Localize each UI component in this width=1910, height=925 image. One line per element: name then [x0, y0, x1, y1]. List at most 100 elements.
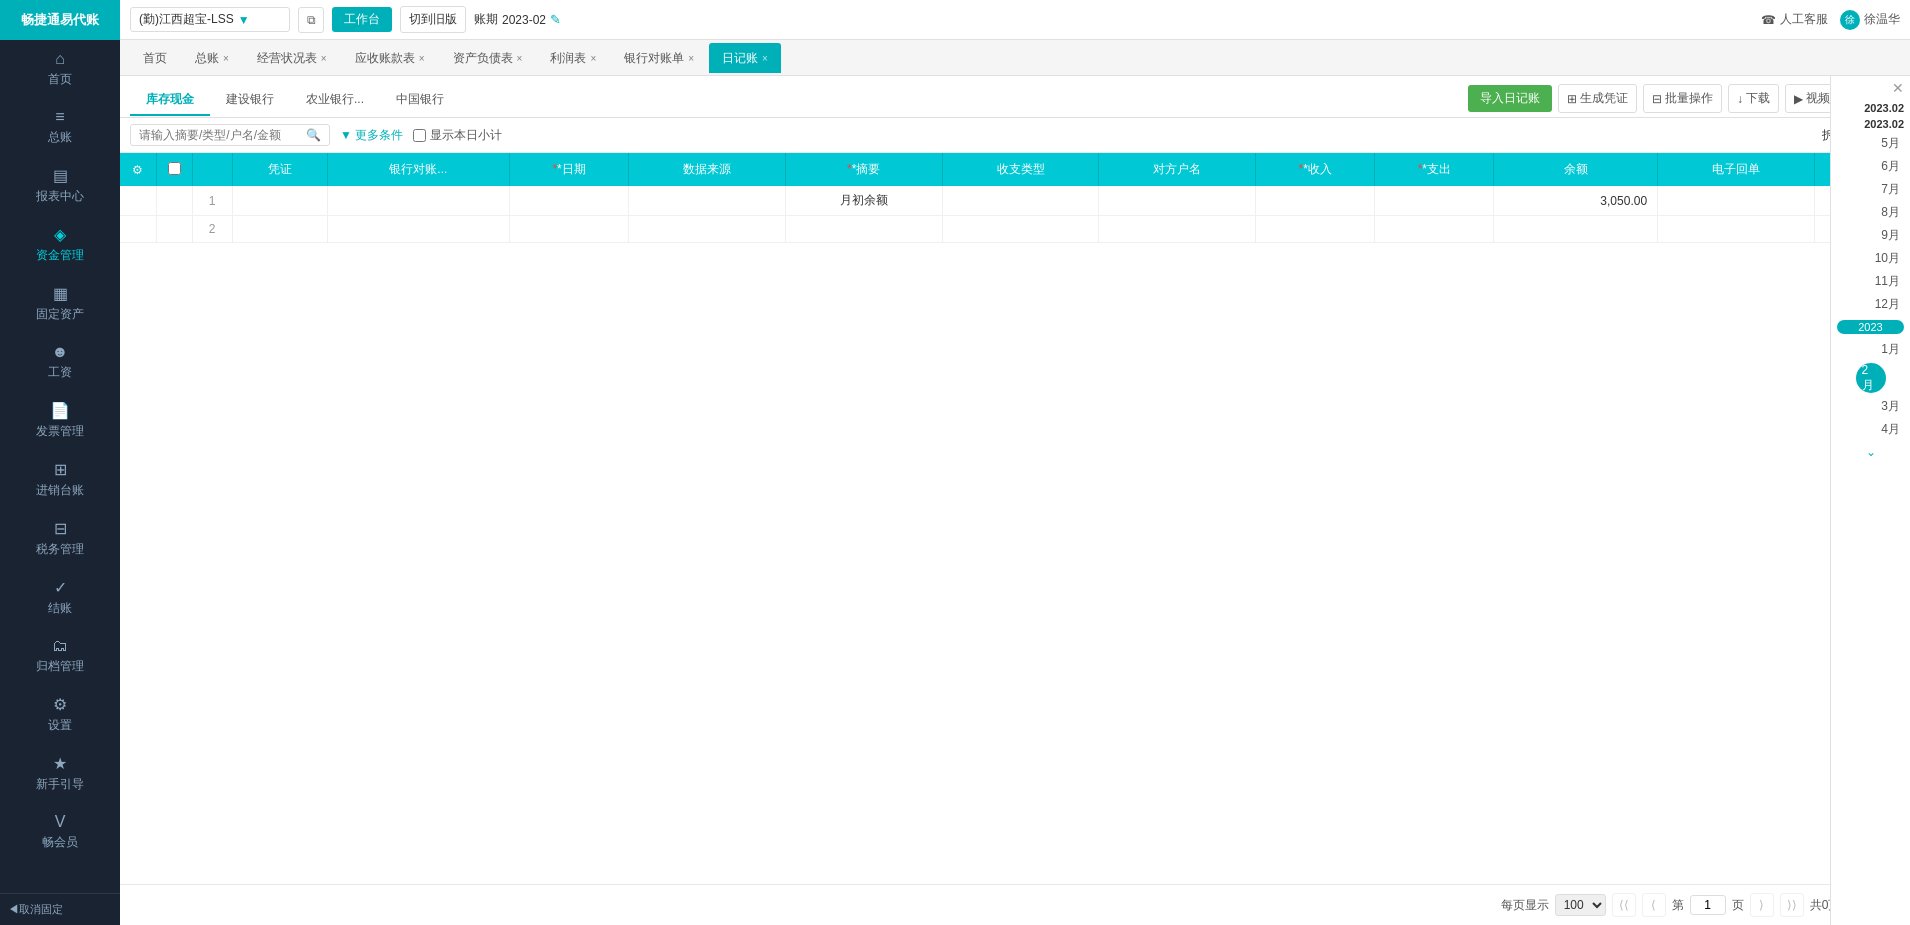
sub-tab-cash[interactable]: 库存现金 [130, 85, 210, 116]
th-bank-account: 银行对账... [327, 153, 509, 186]
first-page-button[interactable]: ⟨⟨ [1612, 893, 1636, 917]
sidebar-unpin[interactable]: ◀取消固定 [0, 893, 120, 925]
sub-tab-china[interactable]: 中国银行 [380, 85, 460, 116]
next-page-button[interactable]: ⟩ [1750, 893, 1774, 917]
reports-icon: ▤ [53, 166, 68, 185]
year-2023-badge: 2023 [1837, 320, 1904, 334]
tab-home[interactable]: 首页 [130, 43, 180, 73]
support-link[interactable]: ☎ 人工客服 [1761, 11, 1828, 28]
month-8[interactable]: 8月 [1835, 201, 1906, 224]
month-1-2023[interactable]: 1月 [1835, 338, 1906, 361]
generate-voucher-button[interactable]: ⊞ 生成凭证 [1558, 84, 1637, 113]
sub-tab-agriculture[interactable]: 农业银行... [290, 85, 380, 116]
sidebar-item-archive[interactable]: 🗂 归档管理 [0, 627, 120, 685]
show-daily-checkbox-label[interactable]: 显示本日小计 [413, 127, 502, 144]
tab-bank-close[interactable]: × [688, 53, 694, 64]
workbench-button[interactable]: 工作台 [332, 7, 392, 32]
tab-bank[interactable]: 银行对账单 × [611, 43, 707, 73]
month-9[interactable]: 9月 [1835, 224, 1906, 247]
td-income-type [942, 216, 1099, 243]
th-date: **日期 [510, 153, 629, 186]
td-e-receipt [1658, 216, 1815, 243]
sidebar-item-sales[interactable]: ⊞ 进销台账 [0, 450, 120, 509]
sidebar-item-label: 归档管理 [36, 658, 84, 675]
sidebar-item-label: 发票管理 [36, 423, 84, 440]
tab-assets[interactable]: 资产负债表 × [440, 43, 536, 73]
page-size-select[interactable]: 100 50 200 [1555, 894, 1606, 916]
prev-version-button[interactable]: 切到旧版 [400, 6, 466, 33]
download-button[interactable]: ↓ 下载 [1728, 84, 1779, 113]
select-all-checkbox[interactable] [168, 162, 181, 175]
td-settings [120, 186, 156, 216]
scroll-down-indicator[interactable]: ⌄ [1831, 441, 1910, 463]
th-balance: 余额 [1494, 153, 1658, 186]
prev-page-button[interactable]: ⟨ [1642, 893, 1666, 917]
month-11[interactable]: 11月 [1835, 270, 1906, 293]
sidebar-item-tax[interactable]: ⊟ 税务管理 [0, 509, 120, 568]
sidebar-item-label: 资金管理 [36, 247, 84, 264]
main-tabbar: 首页 总账 × 经营状况表 × 应收账款表 × 资产负债表 × 利润表 × 银行… [120, 40, 1910, 76]
td-income [1256, 186, 1375, 216]
last-page-button[interactable]: ⟩⟩ [1780, 893, 1804, 917]
sidebar-item-ledger[interactable]: ≡ 总账 [0, 98, 120, 156]
page-input[interactable] [1690, 895, 1726, 915]
tab-status-label: 经营状况表 [257, 50, 317, 67]
sidebar-item-reports[interactable]: ▤ 报表中心 [0, 156, 120, 215]
td-settings [120, 216, 156, 243]
td-bank-account [327, 216, 509, 243]
th-expenditure: **支出 [1375, 153, 1494, 186]
tab-receivable-close[interactable]: × [419, 53, 425, 64]
sidebar-item-invoice[interactable]: 📄 发票管理 [0, 391, 120, 450]
copy-button[interactable]: ⧉ [298, 7, 324, 33]
more-filter-button[interactable]: ▼ 更多条件 [340, 127, 403, 144]
tab-ledger-label: 总账 [195, 50, 219, 67]
month-4-2023[interactable]: 4月 [1835, 418, 1906, 441]
show-daily-checkbox[interactable] [413, 129, 426, 142]
sidebar-item-capital[interactable]: ◈ 资金管理 [0, 215, 120, 274]
sub-tab-construction[interactable]: 建设银行 [210, 85, 290, 116]
period-edit-icon[interactable]: ✎ [550, 12, 561, 27]
sidebar-item-salary[interactable]: ☻ 工资 [0, 333, 120, 391]
settle-icon: ✓ [54, 578, 67, 597]
tab-profit[interactable]: 利润表 × [537, 43, 609, 73]
tab-ledger[interactable]: 总账 × [182, 43, 242, 73]
tab-assets-close[interactable]: × [517, 53, 523, 64]
sidebar-item-settle[interactable]: ✓ 结账 [0, 568, 120, 627]
search-input[interactable] [139, 128, 302, 142]
user-menu[interactable]: 徐 徐温华 [1840, 10, 1900, 30]
th-settings[interactable]: ⚙ [120, 153, 156, 186]
sidebar-item-vip[interactable]: V 畅会员 [0, 803, 120, 861]
tab-home-label: 首页 [143, 50, 167, 67]
tab-profit-close[interactable]: × [590, 53, 596, 64]
th-check[interactable] [156, 153, 192, 186]
sidebar-item-label: 税务管理 [36, 541, 84, 558]
tab-status-close[interactable]: × [321, 53, 327, 64]
company-selector[interactable]: (勤)江西超宝-LSS ▼ [130, 7, 290, 32]
tab-ledger-close[interactable]: × [223, 53, 229, 64]
import-journal-button[interactable]: 导入日记账 [1468, 85, 1552, 112]
tab-journal[interactable]: 日记账 × [709, 43, 781, 73]
sidebar-item-label: 工资 [48, 364, 72, 381]
month-5[interactable]: 5月 [1835, 132, 1906, 155]
td-num: 2 [192, 216, 232, 243]
sidebar-item-home[interactable]: ⌂ 首页 [0, 40, 120, 98]
sidebar-item-assets[interactable]: ▦ 固定资产 [0, 274, 120, 333]
tab-receivable[interactable]: 应收账款表 × [342, 43, 438, 73]
month-12[interactable]: 12月 [1835, 293, 1906, 316]
tax-icon: ⊟ [54, 519, 67, 538]
month-10[interactable]: 10月 [1835, 247, 1906, 270]
month-3-2023[interactable]: 3月 [1835, 395, 1906, 418]
search-box[interactable]: 🔍 [130, 124, 330, 146]
td-date [510, 216, 629, 243]
month-2-2023[interactable]: 2月 [1856, 363, 1886, 393]
tab-status[interactable]: 经营状况表 × [244, 43, 340, 73]
month-6[interactable]: 6月 [1835, 155, 1906, 178]
tab-journal-close[interactable]: × [762, 53, 768, 64]
sub-tab-construction-label: 建设银行 [226, 92, 274, 106]
sidebar-item-label: 总账 [48, 129, 72, 146]
sidebar-item-settings[interactable]: ⚙ 设置 [0, 685, 120, 744]
date-panel-close[interactable]: ✕ [1831, 76, 1910, 100]
month-7[interactable]: 7月 [1835, 178, 1906, 201]
sidebar-item-guide[interactable]: ★ 新手引导 [0, 744, 120, 803]
batch-op-button[interactable]: ⊟ 批量操作 [1643, 84, 1722, 113]
